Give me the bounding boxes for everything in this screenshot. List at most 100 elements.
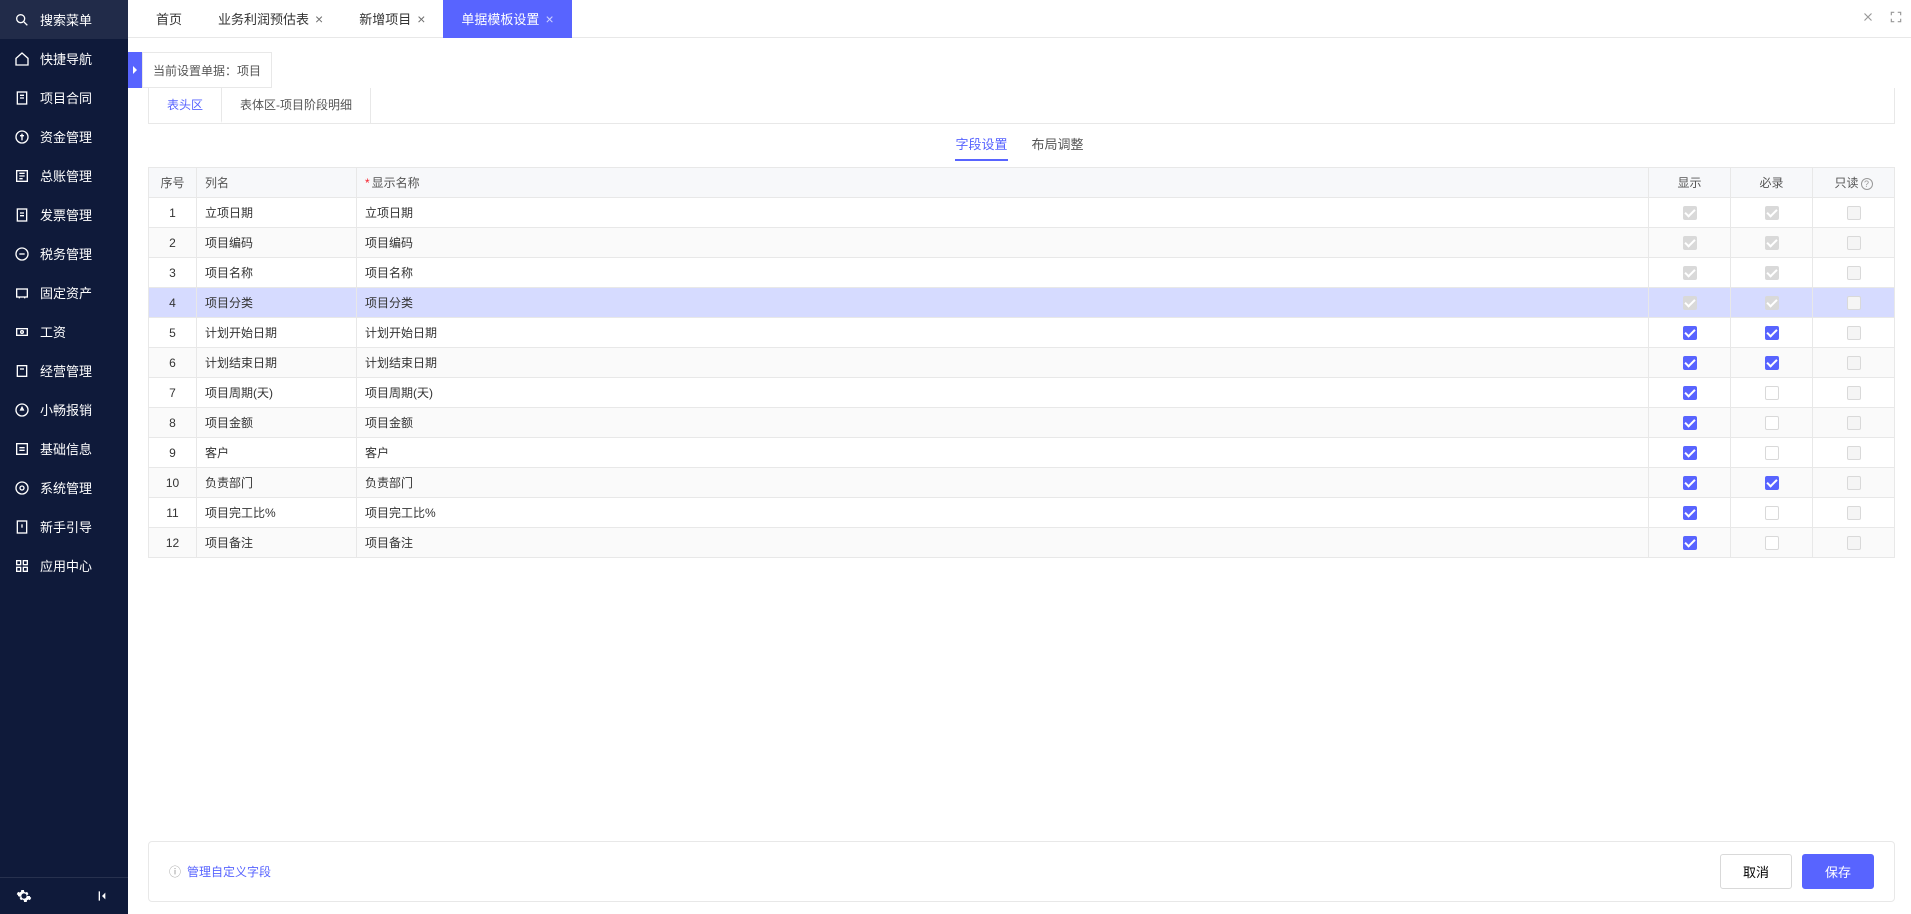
table-row[interactable]: 1立项日期立项日期 — [149, 198, 1895, 228]
table-row[interactable]: 5计划开始日期计划开始日期 — [149, 318, 1895, 348]
cell-display-name[interactable]: 立项日期 — [357, 198, 1649, 228]
sidebar-item-ledger[interactable]: 总账管理 — [0, 156, 128, 195]
table-row[interactable]: 9客户客户 — [149, 438, 1895, 468]
checkbox[interactable] — [1683, 506, 1697, 520]
table-row[interactable]: 12项目备注项目备注 — [149, 528, 1895, 558]
checkbox[interactable] — [1683, 416, 1697, 430]
sidebar-item-label: 总账管理 — [40, 166, 92, 185]
sidebar-item-salary[interactable]: 工资 — [0, 312, 128, 351]
table-row[interactable]: 4项目分类项目分类 — [149, 288, 1895, 318]
sub-tab[interactable]: 字段设置 — [955, 134, 1007, 161]
cell-col-name: 客户 — [197, 438, 357, 468]
sub-tab[interactable]: 布局调整 — [1032, 134, 1084, 161]
checkbox[interactable] — [1765, 356, 1779, 370]
sidebar-item-system[interactable]: 系统管理 — [0, 468, 128, 507]
sidebar-item-sales[interactable]: 小畅报销 — [0, 390, 128, 429]
checkbox[interactable] — [1765, 326, 1779, 340]
checkbox[interactable] — [1683, 386, 1697, 400]
system-icon — [14, 480, 30, 496]
close-all-icon[interactable] — [1861, 10, 1875, 27]
tab-label: 单据模板设置 — [461, 9, 539, 28]
checkbox[interactable] — [1765, 506, 1779, 520]
table-row[interactable]: 10负责部门负责部门 — [149, 468, 1895, 498]
table-row[interactable]: 6计划结束日期计划结束日期 — [149, 348, 1895, 378]
close-icon[interactable]: × — [545, 11, 553, 27]
checkbox[interactable] — [1683, 356, 1697, 370]
cell-display-name[interactable]: 计划结束日期 — [357, 348, 1649, 378]
help-icon[interactable]: ? — [1861, 178, 1873, 190]
cell-display-name[interactable]: 项目备注 — [357, 528, 1649, 558]
cell-readonly — [1813, 498, 1895, 528]
sidebar-item-business[interactable]: 经营管理 — [0, 351, 128, 390]
search-icon — [14, 12, 30, 28]
table-row[interactable]: 2项目编码项目编码 — [149, 228, 1895, 258]
checkbox[interactable] — [1683, 536, 1697, 550]
cell-display-name[interactable]: 项目编码 — [357, 228, 1649, 258]
checkbox[interactable] — [1683, 326, 1697, 340]
sidebar-item-guide[interactable]: 新手引导 — [0, 507, 128, 546]
table-row[interactable]: 8项目金额项目金额 — [149, 408, 1895, 438]
table-row[interactable]: 11项目完工比%项目完工比% — [149, 498, 1895, 528]
cell-show — [1649, 318, 1731, 348]
sidebar-item-tax[interactable]: 税务管理 — [0, 234, 128, 273]
sidebar-item-apps[interactable]: 应用中心 — [0, 546, 128, 585]
cell-idx: 11 — [149, 498, 197, 528]
cell-col-name: 项目完工比% — [197, 498, 357, 528]
cell-show — [1649, 468, 1731, 498]
cell-col-name: 项目备注 — [197, 528, 357, 558]
sidebar-item-file[interactable]: 项目合同 — [0, 78, 128, 117]
section-tab[interactable]: 表头区 — [149, 88, 222, 123]
table-row[interactable]: 3项目名称项目名称 — [149, 258, 1895, 288]
cell-display-name[interactable]: 项目完工比% — [357, 498, 1649, 528]
cell-display-name[interactable]: 客户 — [357, 438, 1649, 468]
top-tab[interactable]: 业务利润预估表× — [200, 0, 341, 38]
cell-readonly — [1813, 468, 1895, 498]
sidebar-item-info[interactable]: 基础信息 — [0, 429, 128, 468]
sidebar-item-money[interactable]: 资金管理 — [0, 117, 128, 156]
cell-col-name: 项目名称 — [197, 258, 357, 288]
fullscreen-icon[interactable] — [1889, 10, 1903, 27]
cell-display-name[interactable]: 项目分类 — [357, 288, 1649, 318]
sidebar-item-home[interactable]: 快捷导航 — [0, 39, 128, 78]
manage-custom-fields-link[interactable]: 管理自定义字段 — [187, 863, 271, 880]
checkbox[interactable] — [1683, 476, 1697, 490]
cell-readonly — [1813, 318, 1895, 348]
checkbox[interactable] — [1765, 536, 1779, 550]
cell-display-name[interactable]: 项目金额 — [357, 408, 1649, 438]
expand-handle[interactable] — [128, 52, 142, 88]
cell-readonly — [1813, 198, 1895, 228]
cell-display-name[interactable]: 项目名称 — [357, 258, 1649, 288]
cell-display-name[interactable]: 计划开始日期 — [357, 318, 1649, 348]
top-tab[interactable]: 单据模板设置 × — [443, 0, 571, 38]
checkbox[interactable] — [1765, 476, 1779, 490]
checkbox[interactable] — [1765, 446, 1779, 460]
table-row[interactable]: 7项目周期(天)项目周期(天) — [149, 378, 1895, 408]
checkbox[interactable] — [1765, 386, 1779, 400]
top-tab[interactable]: 首页 — [138, 0, 200, 38]
checkbox — [1847, 476, 1861, 490]
checkbox[interactable] — [1765, 416, 1779, 430]
cancel-button[interactable]: 取消 — [1720, 854, 1792, 889]
sidebar-item-label: 发票管理 — [40, 205, 92, 224]
close-icon[interactable]: × — [315, 11, 323, 27]
cell-readonly — [1813, 228, 1895, 258]
collapse-icon[interactable] — [96, 888, 112, 904]
checkbox — [1847, 206, 1861, 220]
cell-display-name[interactable]: 负责部门 — [357, 468, 1649, 498]
section-tab[interactable]: 表体区-项目阶段明细 — [222, 88, 371, 123]
settings-icon[interactable] — [16, 888, 32, 904]
question-icon: ⓘ — [169, 863, 181, 880]
checkbox — [1847, 296, 1861, 310]
top-tab[interactable]: 新增项目× — [341, 0, 443, 38]
sidebar-item-invoice[interactable]: 发票管理 — [0, 195, 128, 234]
cell-display-name[interactable]: 项目周期(天) — [357, 378, 1649, 408]
close-icon[interactable]: × — [417, 11, 425, 27]
cell-show — [1649, 288, 1731, 318]
save-button[interactable]: 保存 — [1802, 854, 1874, 889]
sidebar-item-search[interactable]: 搜索菜单 — [0, 0, 128, 39]
cell-col-name: 项目编码 — [197, 228, 357, 258]
cell-required — [1731, 228, 1813, 258]
checkbox[interactable] — [1683, 446, 1697, 460]
sidebar-item-asset[interactable]: 固定资产 — [0, 273, 128, 312]
checkbox — [1683, 236, 1697, 250]
